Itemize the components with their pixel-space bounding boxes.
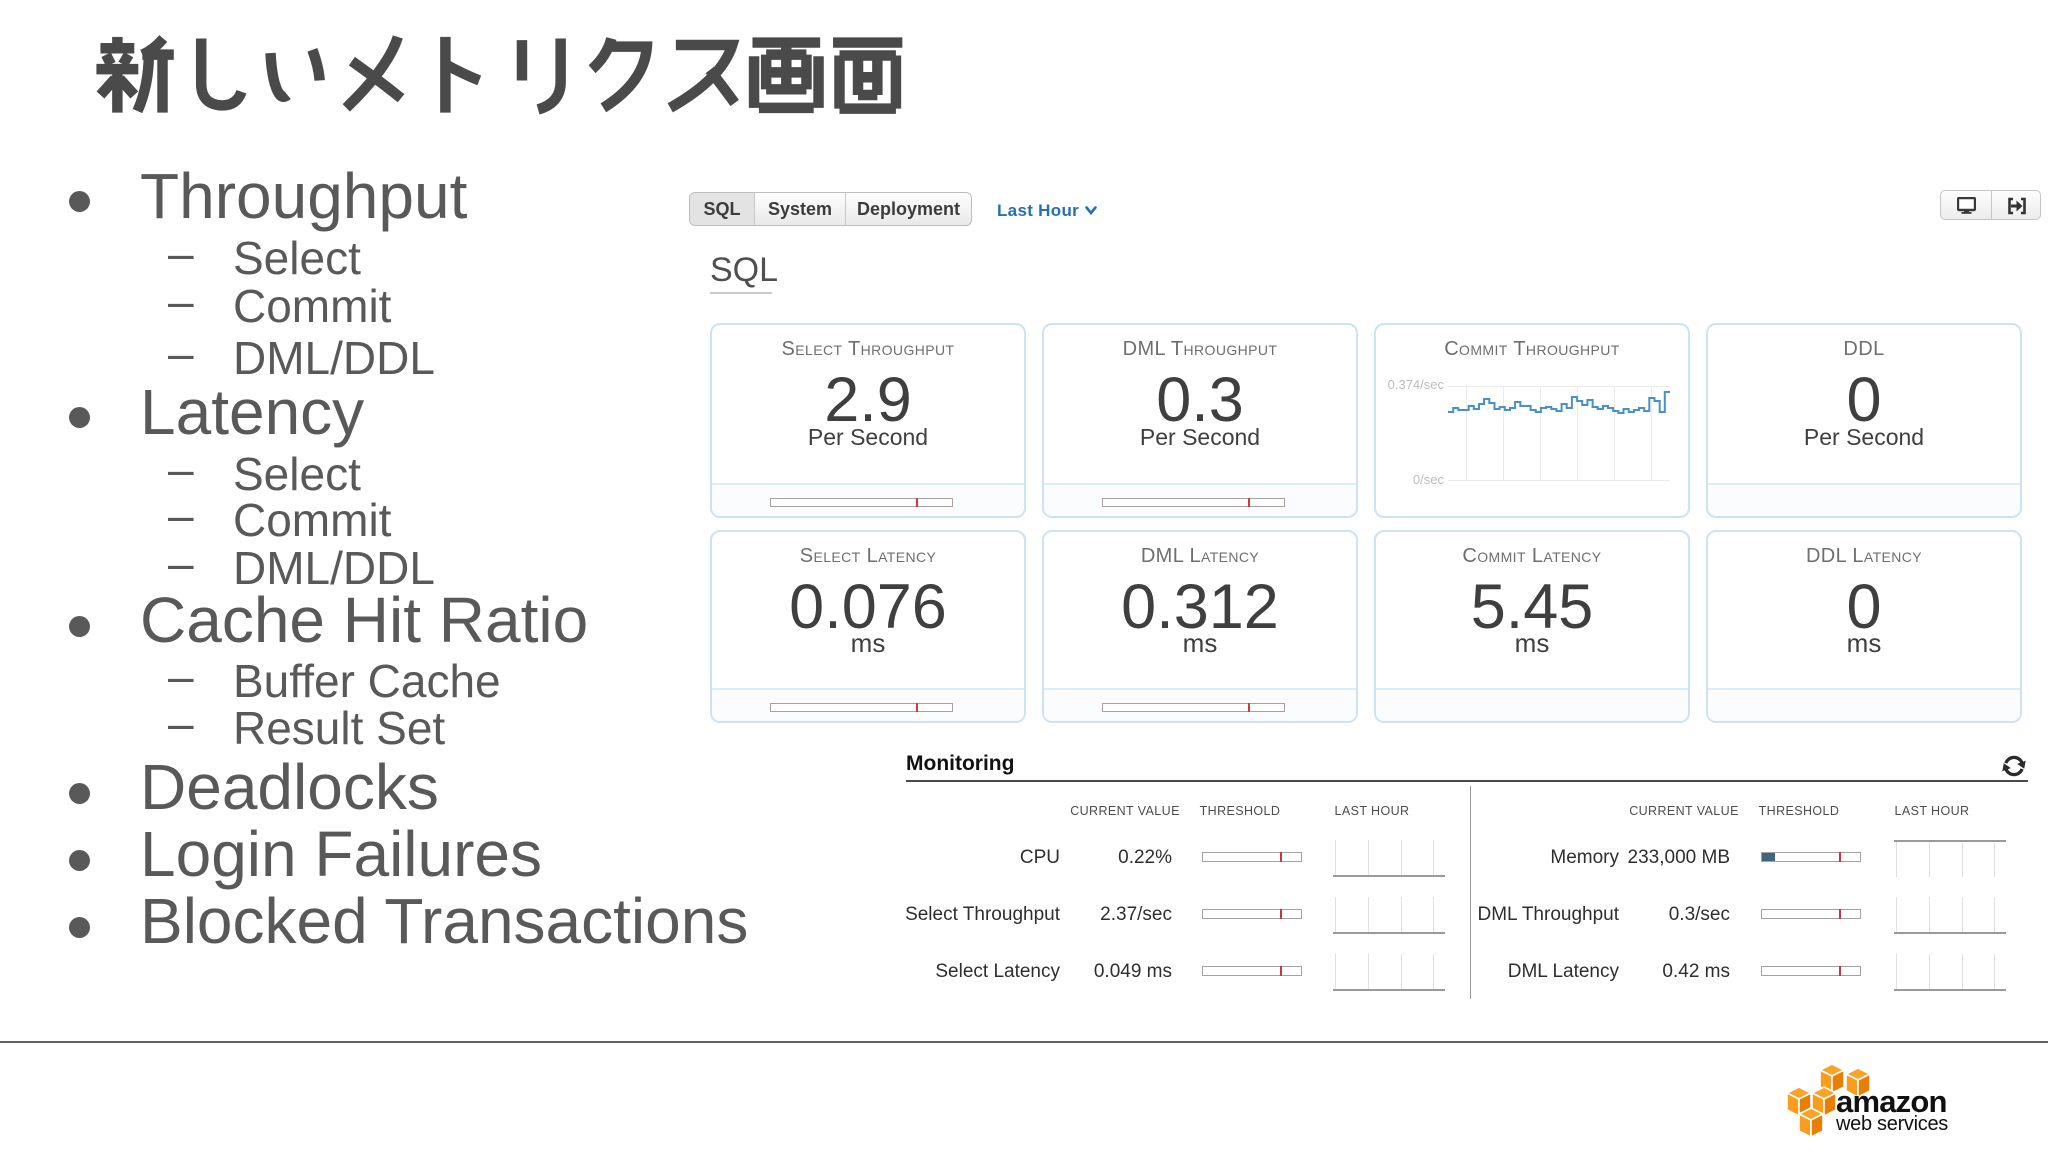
svg-text:web services: web services	[1835, 1113, 1948, 1135]
